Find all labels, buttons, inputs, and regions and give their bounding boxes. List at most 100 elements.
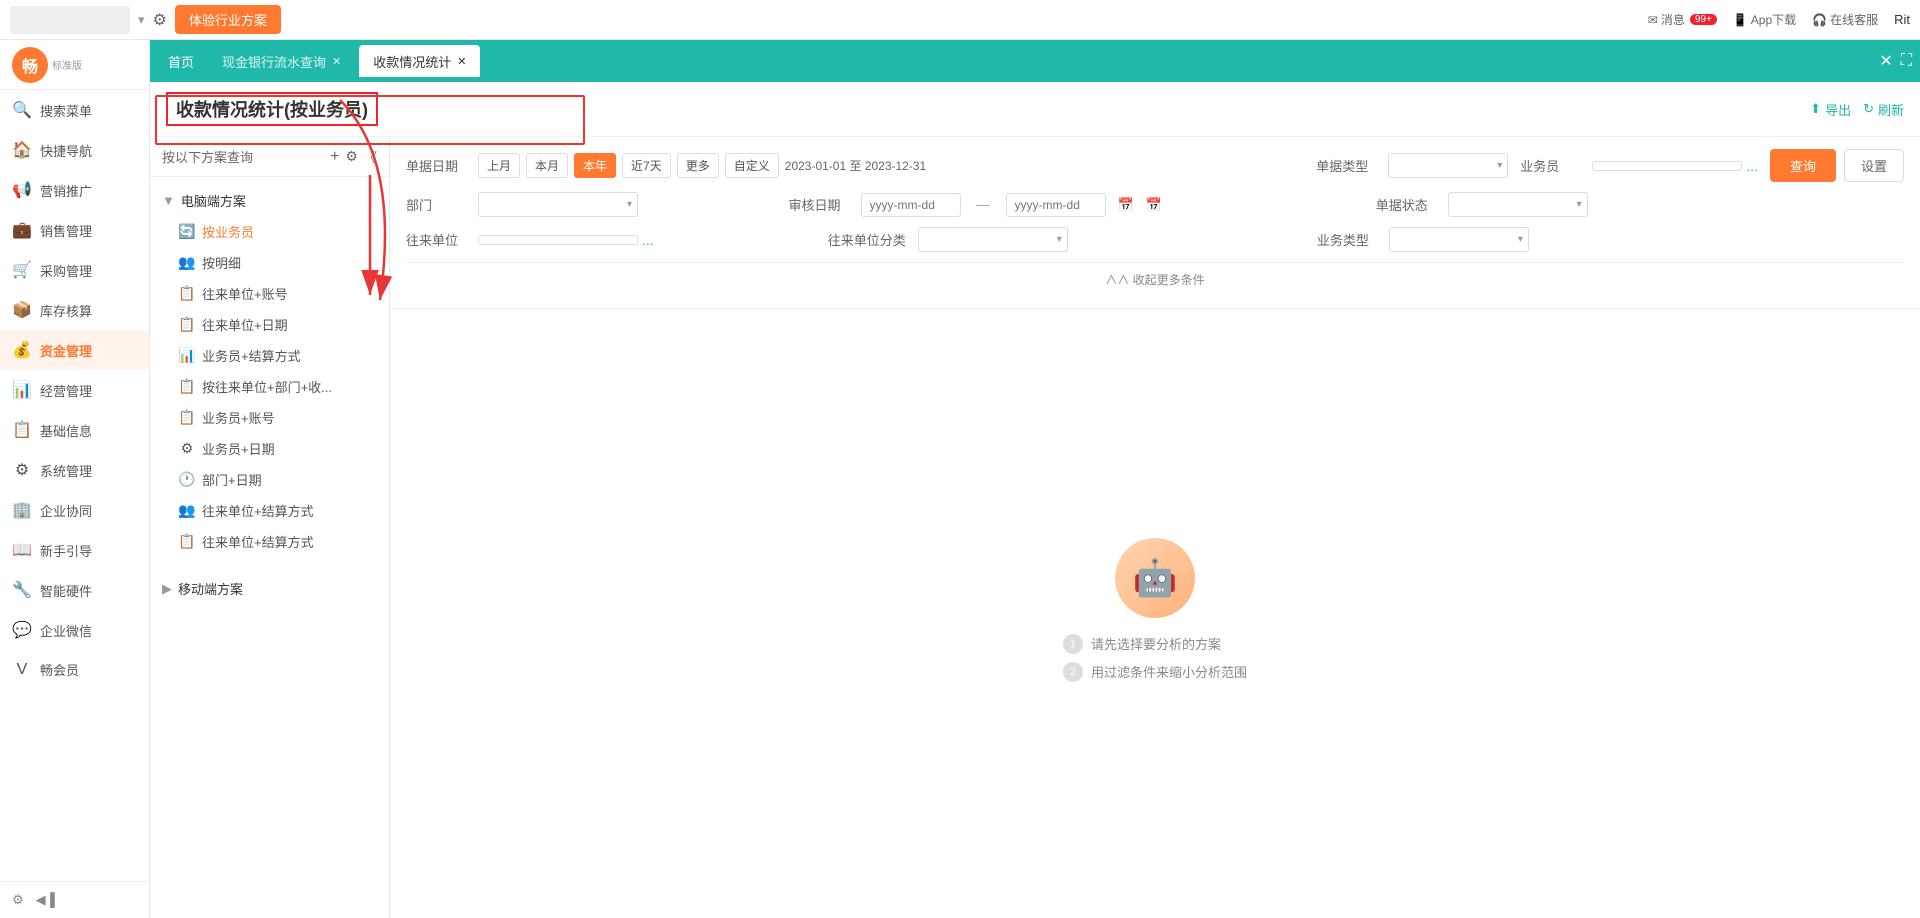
date-btn-more[interactable]: 更多 [677, 153, 719, 178]
cal-icon-start[interactable]: 📅 [1118, 197, 1134, 213]
sidebar-item-system[interactable]: ⚙ 系统管理 [0, 450, 149, 490]
page-actions: ⬆ 导出 ↻ 刷新 [1810, 100, 1904, 119]
scheme-settings-icon[interactable]: ⚙ [345, 148, 358, 165]
salesman-more-icon[interactable]: ... [1746, 158, 1758, 174]
partner-input[interactable] [478, 235, 638, 245]
sidebar-label: 基础信息 [40, 421, 92, 440]
scheme-unit-method2[interactable]: 📋 往来单位+结算方式 [150, 526, 389, 557]
date-btn-this-month[interactable]: 本月 [526, 153, 568, 178]
partner-type-select[interactable] [918, 227, 1068, 252]
desktop-scheme-label[interactable]: ▼ 电脑端方案 [150, 185, 389, 216]
sidebar-item-quick-nav[interactable]: 🏠 快捷导航 [0, 130, 149, 170]
biz-type-select[interactable] [1389, 227, 1529, 252]
sidebar-item-finance[interactable]: 💰 资金管理 [0, 330, 149, 370]
header-left: ▾ ⚙ 体验行业方案 [10, 5, 281, 34]
refresh-button[interactable]: ↻ 刷新 [1863, 100, 1904, 119]
scheme-dept-date[interactable]: 🕐 部门+日期 [150, 464, 389, 495]
trial-button[interactable]: 体验行业方案 [175, 5, 281, 34]
purchase-icon: 🛒 [12, 260, 32, 280]
sidebar-item-search-menu[interactable]: 🔍 搜索菜单 [0, 90, 149, 130]
sidebar-item-enterprise[interactable]: 🏢 企业协同 [0, 490, 149, 530]
export-button[interactable]: ⬆ 导出 [1810, 100, 1851, 119]
date-btn-custom[interactable]: 自定义 [725, 153, 779, 178]
sidebar-item-member[interactable]: V 畅会员 [0, 650, 149, 689]
salesman-scheme-icon: 🔄 [178, 223, 196, 240]
page-title: 收款情况统计(按业务员) [166, 92, 378, 126]
smart-hw-icon: 🔧 [12, 580, 32, 600]
tab-bank-flow[interactable]: 现金银行流水查询 ✕ [208, 45, 355, 77]
sidebar-label: 库存核算 [40, 301, 92, 320]
scheme-unit-method1[interactable]: 👥 往来单位+结算方式 [150, 495, 389, 526]
tab-label: 收款情况统计 [373, 52, 451, 71]
user-name: Rit [1894, 12, 1910, 27]
collapse-bottom-icon[interactable]: ◀▐ [36, 892, 55, 908]
date-btn-7days[interactable]: 近7天 [622, 153, 671, 178]
desktop-scheme-section: ▼ 电脑端方案 🔄 按业务员 👥 按明细 📋 [150, 177, 389, 565]
dropdown-icon[interactable]: ▾ [138, 12, 145, 28]
tab-close-collection[interactable]: ✕ [457, 55, 466, 68]
scheme-salesman-date[interactable]: ⚙ 业务员+日期 [150, 433, 389, 464]
dept-select[interactable] [478, 192, 638, 217]
partner-label: 往来单位 [406, 230, 466, 249]
scheme-salesman-method[interactable]: 📊 业务员+结算方式 [150, 340, 389, 371]
tab-close-bank[interactable]: ✕ [332, 55, 341, 68]
collapse-bar[interactable]: ∧∧ 收起更多条件 [406, 262, 1904, 296]
salesman-input-group: ... [1592, 158, 1758, 174]
date-btn-this-year[interactable]: 本年 [574, 153, 616, 178]
doc-type-select[interactable] [1388, 153, 1508, 178]
sidebar-tag: 标准版 [52, 57, 82, 72]
tab-collection-stats[interactable]: 收款情况统计 ✕ [359, 45, 480, 77]
operations-icon: 📊 [12, 380, 32, 400]
sidebar-item-purchase[interactable]: 🛒 采购管理 [0, 250, 149, 290]
collapse-panel-icon[interactable]: 《 [364, 147, 377, 166]
sidebar-item-inventory[interactable]: 📦 库存核算 [0, 290, 149, 330]
finance-icon: 💰 [12, 340, 32, 360]
sidebar-item-operations[interactable]: 📊 经营管理 [0, 370, 149, 410]
settings-bottom-icon[interactable]: ⚙ [12, 892, 24, 908]
cal-icon-end[interactable]: 📅 [1146, 197, 1162, 213]
mobile-scheme-label[interactable]: ▶ 移动端方案 [150, 573, 389, 604]
scheme-unit-dept[interactable]: 📋 按往来单位+部门+收... [150, 371, 389, 402]
scheme-by-salesman[interactable]: 🔄 按业务员 [150, 216, 389, 247]
scheme-unit-account[interactable]: 📋 往来单位+账号 [150, 278, 389, 309]
scheme-by-detail[interactable]: 👥 按明细 [150, 247, 389, 278]
gear-icon[interactable]: ⚙ [153, 10, 167, 30]
sidebar-item-marketing[interactable]: 📢 营销推广 [0, 170, 149, 210]
message-btn[interactable]: ✉ 消息 99+ [1648, 11, 1717, 28]
step-2-num: 2 [1063, 662, 1083, 682]
set-button[interactable]: 设置 [1844, 149, 1904, 182]
sidebar-item-smart-hw[interactable]: 🔧 智能硬件 [0, 570, 149, 610]
tab-home[interactable]: 首页 [158, 52, 204, 71]
close-window-icon[interactable]: ✕ [1879, 51, 1892, 71]
doc-status-select[interactable] [1448, 192, 1588, 217]
partner-more-icon[interactable]: ... [642, 232, 654, 248]
filter-actions: 查询 设置 [1770, 149, 1904, 182]
sidebar-item-guide[interactable]: 📖 新手引导 [0, 530, 149, 570]
sidebar-item-basic-info[interactable]: 📋 基础信息 [0, 410, 149, 450]
content-body: 按以下方案查询 + ⚙ 《 ▼ 电脑端方案 [150, 137, 1920, 918]
review-date-end[interactable] [1006, 193, 1106, 217]
scheme-salesman-account[interactable]: 📋 业务员+账号 [150, 402, 389, 433]
query-button[interactable]: 查询 [1770, 149, 1836, 182]
scheme-unit-date[interactable]: 📋 往来单位+日期 [150, 309, 389, 340]
enterprise-icon: 🏢 [12, 500, 32, 520]
filter-row-3: 往来单位 ... 往来单位分类 ▾ [406, 227, 1904, 252]
sidebar-label: 营销推广 [40, 181, 92, 200]
step-2-text: 用过滤条件来缩小分析范围 [1091, 662, 1247, 681]
review-date-start[interactable] [861, 193, 961, 217]
home-icon: 🏠 [12, 140, 32, 160]
sidebar-item-wechat[interactable]: 💬 企业微信 [0, 610, 149, 650]
salesman-input[interactable] [1592, 161, 1742, 171]
top-header: ▾ ⚙ 体验行业方案 ✉ 消息 99+ 📱 App下载 🎧 在线客服 Rit [0, 0, 1920, 40]
empty-state: 🤖 1 请先选择要分析的方案 2 用过滤条件来缩小分析范围 [390, 309, 1920, 918]
salesman-label: 业务员 [1520, 156, 1580, 175]
mobile-scheme-section: ▶ 移动端方案 [150, 565, 389, 612]
maximize-icon[interactable]: ⛶ [1901, 52, 1912, 70]
add-scheme-icon[interactable]: + [330, 148, 339, 166]
date-btn-last-month[interactable]: 上月 [478, 153, 520, 178]
online-service-btn[interactable]: 🎧 在线客服 [1812, 11, 1878, 28]
date-label: 单据日期 [406, 156, 466, 175]
sidebar-label: 系统管理 [40, 461, 92, 480]
sidebar-item-sales[interactable]: 💼 销售管理 [0, 210, 149, 250]
app-download-btn[interactable]: 📱 App下载 [1733, 11, 1796, 28]
